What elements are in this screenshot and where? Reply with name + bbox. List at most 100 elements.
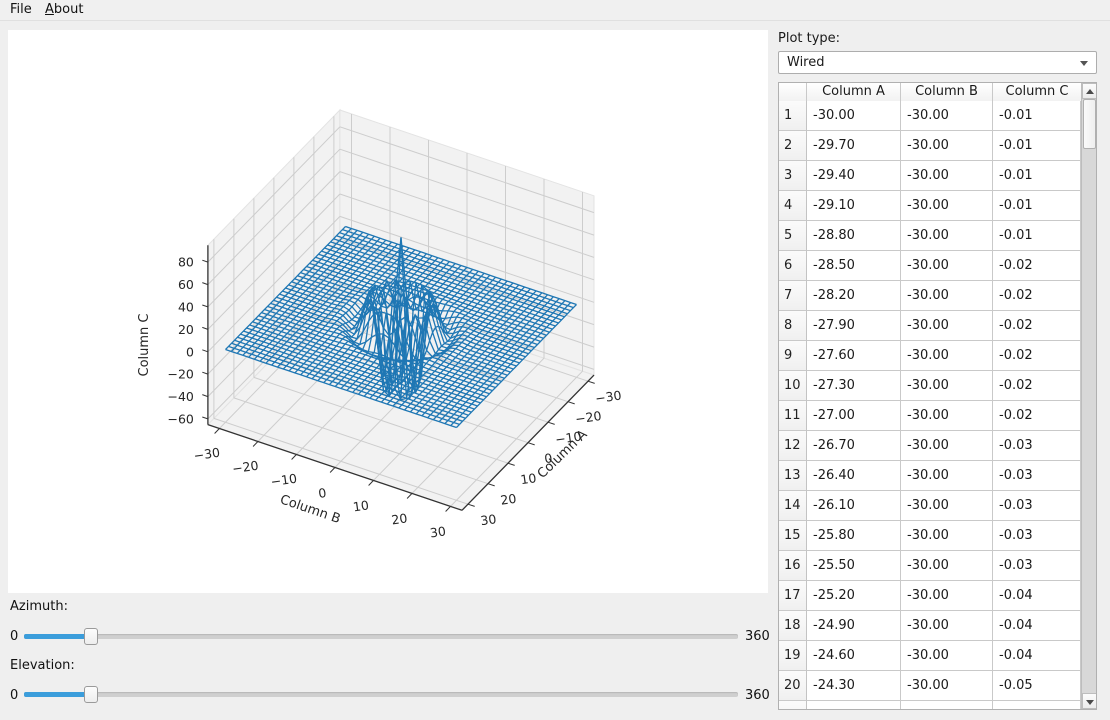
table-row-number[interactable]: 12 [779, 431, 807, 461]
table-row-number[interactable]: 11 [779, 401, 807, 431]
table-cell[interactable]: -30.00 [901, 251, 993, 281]
table-cell[interactable]: -24.60 [807, 641, 901, 671]
table-cell[interactable]: -0.02 [993, 341, 1081, 371]
table-cell[interactable]: -24.90 [807, 611, 901, 641]
table-row-number[interactable]: 8 [779, 311, 807, 341]
table-cell[interactable]: -0.01 [993, 131, 1081, 161]
table-row-number[interactable]: 7 [779, 281, 807, 311]
table-row-number[interactable]: 20 [779, 671, 807, 701]
table-cell[interactable]: -30.00 [901, 341, 993, 371]
table-row-number[interactable]: 4 [779, 191, 807, 221]
table-cell[interactable]: -0.02 [993, 311, 1081, 341]
table-cell[interactable]: -29.70 [807, 131, 901, 161]
table-row-number[interactable]: 1 [779, 101, 807, 131]
table-cell[interactable]: -27.00 [807, 401, 901, 431]
table-cell[interactable]: -0.02 [993, 281, 1081, 311]
table-cell[interactable]: -26.70 [807, 431, 901, 461]
azimuth-slider[interactable] [24, 634, 738, 639]
table-header-column-b[interactable]: Column B [901, 83, 993, 101]
table-row-number[interactable]: 9 [779, 341, 807, 371]
scroll-down-button[interactable] [1082, 693, 1097, 709]
table-cell[interactable]: -0.05 [993, 671, 1081, 701]
table-cell[interactable]: -27.90 [807, 311, 901, 341]
table-cell[interactable]: -29.40 [807, 161, 901, 191]
table-cell[interactable]: -30.00 [901, 131, 993, 161]
table-cell[interactable]: -26.40 [807, 461, 901, 491]
table-cell[interactable]: -28.20 [807, 281, 901, 311]
azimuth-slider-handle[interactable] [84, 628, 98, 645]
table-row-number[interactable]: 17 [779, 581, 807, 611]
table-cell[interactable]: -25.80 [807, 521, 901, 551]
table-cell[interactable]: -30.00 [901, 521, 993, 551]
table-cell[interactable]: -26.10 [807, 491, 901, 521]
table-cell[interactable]: -30.00 [901, 311, 993, 341]
table-cell[interactable]: -30.00 [901, 431, 993, 461]
table-row-number[interactable] [779, 701, 807, 710]
table-cell[interactable]: -27.30 [807, 371, 901, 401]
table-row-number[interactable]: 13 [779, 461, 807, 491]
table-cell[interactable]: -0.01 [993, 161, 1081, 191]
table-cell[interactable]: -28.80 [807, 221, 901, 251]
scrollbar-thumb[interactable] [1083, 99, 1096, 149]
table-cell[interactable]: -0.01 [993, 191, 1081, 221]
table-cell[interactable]: -25.20 [807, 581, 901, 611]
table-cell[interactable]: -0.02 [993, 371, 1081, 401]
table-cell[interactable]: -30.00 [901, 191, 993, 221]
table-cell[interactable]: -27.60 [807, 341, 901, 371]
table-row-number[interactable]: 14 [779, 491, 807, 521]
table-cell[interactable]: -30.00 [901, 371, 993, 401]
table-cell[interactable]: -0.04 [993, 611, 1081, 641]
table-row-number[interactable]: 3 [779, 161, 807, 191]
table-cell[interactable]: -25.50 [807, 551, 901, 581]
plot-type-combobox[interactable]: Wired [778, 51, 1097, 74]
table-cell[interactable]: -0.01 [993, 101, 1081, 131]
table-header-column-a[interactable]: Column A [807, 83, 901, 101]
scroll-up-button[interactable] [1082, 83, 1097, 99]
table-cell[interactable]: -30.00 [901, 281, 993, 311]
table-cell[interactable]: -0.01 [993, 221, 1081, 251]
table-row-number[interactable]: 18 [779, 611, 807, 641]
table-cell[interactable]: -29.10 [807, 191, 901, 221]
menu-item-about[interactable]: About [45, 0, 83, 20]
table-cell[interactable]: -30.00 [901, 551, 993, 581]
table-cell[interactable]: -30.00 [901, 401, 993, 431]
table-cell[interactable]: -30.00 [901, 161, 993, 191]
table-cell[interactable]: -30.00 [901, 611, 993, 641]
table-cell[interactable]: -0.04 [993, 641, 1081, 671]
elevation-slider[interactable] [24, 692, 738, 697]
table-row-number[interactable]: 5 [779, 221, 807, 251]
table-cell[interactable] [901, 701, 993, 710]
table-cell[interactable]: -0.03 [993, 491, 1081, 521]
table-cell[interactable]: -30.00 [901, 581, 993, 611]
menu-item-file[interactable]: File [10, 0, 32, 20]
table-vertical-scrollbar[interactable] [1081, 83, 1097, 709]
table-cell[interactable] [807, 701, 901, 710]
table-cell[interactable]: -30.00 [901, 221, 993, 251]
table-cell[interactable]: -0.02 [993, 401, 1081, 431]
table-cell[interactable]: -30.00 [901, 491, 993, 521]
table-cell[interactable]: -30.00 [807, 101, 901, 131]
table-row-number[interactable]: 19 [779, 641, 807, 671]
table-row-number[interactable]: 2 [779, 131, 807, 161]
table-cell[interactable]: -0.03 [993, 521, 1081, 551]
table-cell[interactable]: -30.00 [901, 641, 993, 671]
table-cell[interactable]: -28.50 [807, 251, 901, 281]
table-row-number[interactable]: 16 [779, 551, 807, 581]
table-cell[interactable] [993, 701, 1081, 710]
table-cell[interactable]: -0.04 [993, 581, 1081, 611]
table-cell[interactable]: -0.02 [993, 251, 1081, 281]
table-cell[interactable]: -0.03 [993, 431, 1081, 461]
table-row-number[interactable]: 15 [779, 521, 807, 551]
table-cell[interactable]: -30.00 [901, 101, 993, 131]
plot-canvas[interactable]: −30−20−100102030−30−20−10010203080604020… [8, 30, 768, 593]
table-cell[interactable]: -30.00 [901, 461, 993, 491]
table-row-number[interactable]: 6 [779, 251, 807, 281]
table-cell[interactable]: -30.00 [901, 671, 993, 701]
table-header-column-c[interactable]: Column C [993, 83, 1081, 101]
table-cell[interactable]: -0.03 [993, 551, 1081, 581]
table-cell[interactable]: -0.03 [993, 461, 1081, 491]
table-cell[interactable]: -24.30 [807, 671, 901, 701]
table-row-number[interactable]: 10 [779, 371, 807, 401]
table-corner-header[interactable] [779, 83, 807, 101]
elevation-slider-handle[interactable] [84, 686, 98, 703]
